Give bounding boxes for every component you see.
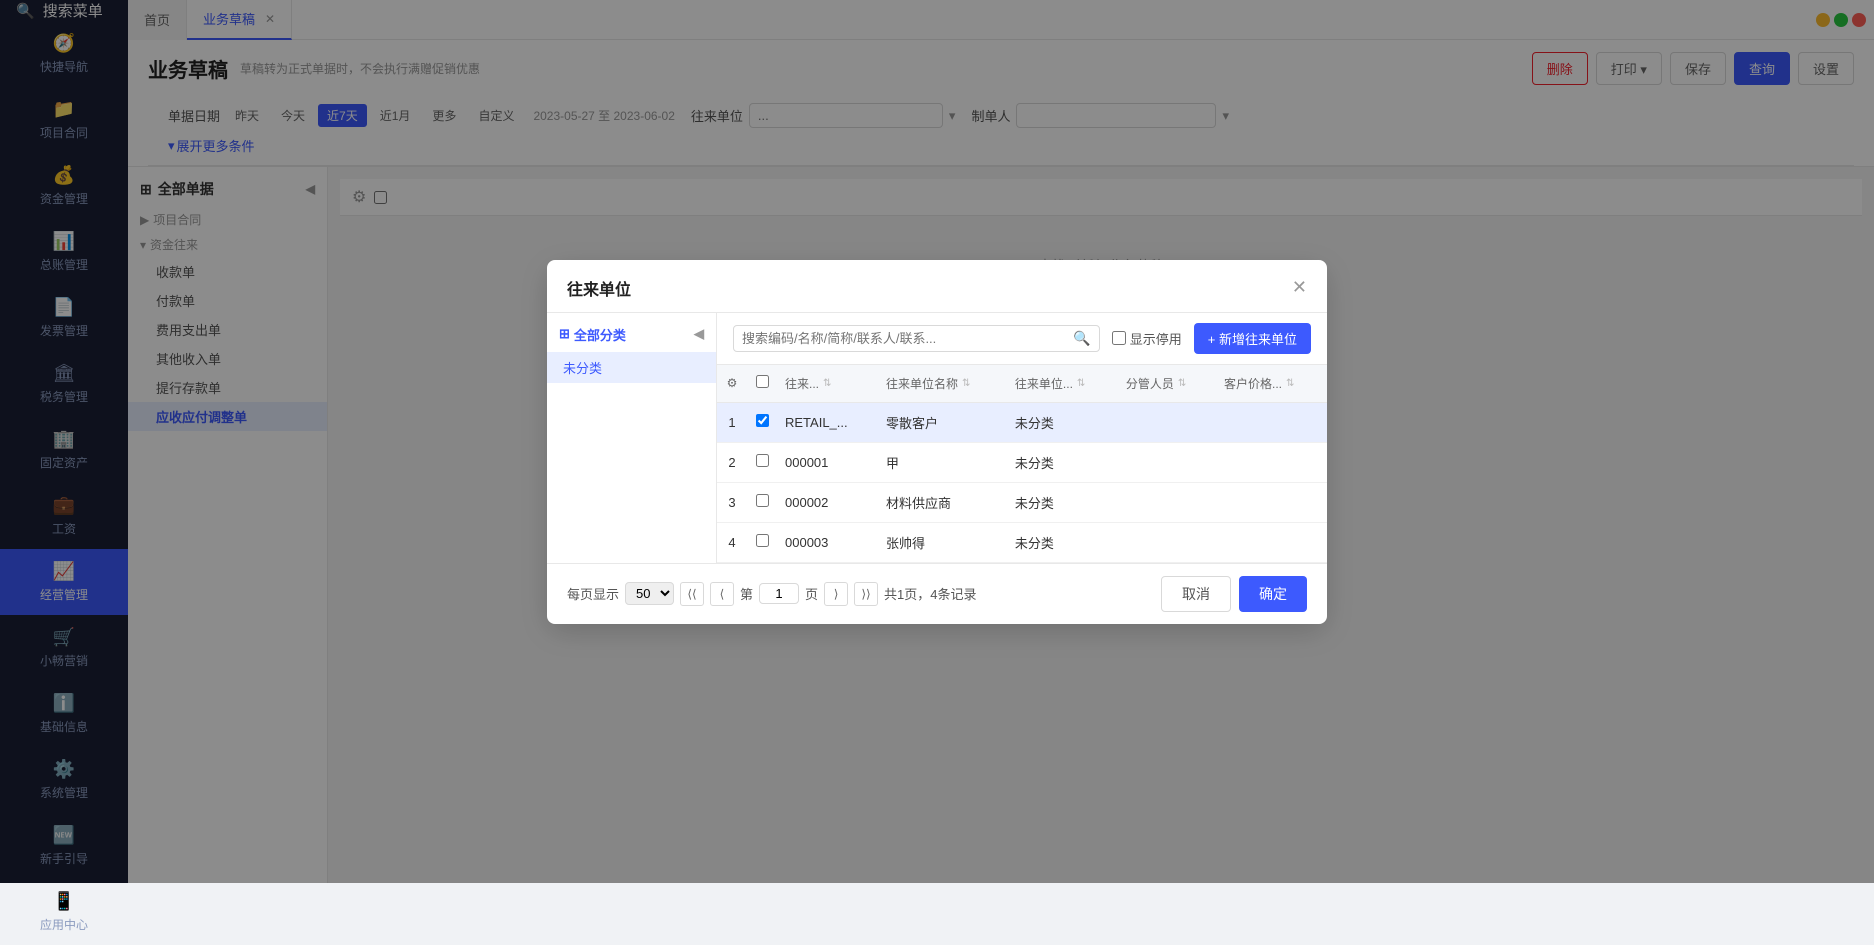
page-number-input[interactable] (759, 583, 799, 604)
row-name-0: 零散客户 (878, 402, 1007, 442)
row-manager-2 (1118, 482, 1216, 522)
row-manager-3 (1118, 522, 1216, 562)
th-code: 往来... ⇅ (777, 365, 878, 403)
th-settings: ⚙ (717, 365, 747, 403)
th-checkbox (747, 365, 777, 403)
cancel-button[interactable]: 取消 (1161, 576, 1231, 612)
partner-dialog: 往来单位 ✕ ⊞ 全部分类 ◀ 未分类 (547, 260, 1327, 624)
phone-icon: 📱 (53, 891, 75, 912)
row-settings-3: 4 (717, 522, 747, 562)
row-checkbox-1[interactable] (747, 442, 777, 482)
row-check-1[interactable] (756, 454, 769, 467)
row-price-3 (1216, 522, 1327, 562)
row-category-2: 未分类 (1007, 482, 1118, 522)
partners-table: ⚙ 往来... ⇅ (717, 365, 1327, 563)
row-code-2: 000002 (777, 482, 878, 522)
search-box: 🔍 (733, 325, 1100, 352)
row-price-2 (1216, 482, 1327, 522)
collapse-categories-button[interactable]: ◀ (694, 326, 704, 342)
row-settings-0: 1 (717, 402, 747, 442)
dialog-action-buttons: 取消 确定 (1161, 576, 1307, 612)
table-row[interactable]: 2 000001 甲 未分类 (717, 442, 1327, 482)
dialog-cat-unclassified[interactable]: 未分类 (547, 352, 716, 383)
th-price-type: 客户价格... ⇅ (1216, 365, 1327, 403)
row-checkbox-3[interactable] (747, 522, 777, 562)
sort-cat-icon: ⇅ (1077, 378, 1085, 389)
show-disabled-checkbox[interactable] (1112, 331, 1126, 345)
prev-page-button[interactable]: ⟨ (710, 582, 734, 606)
page-size-select[interactable]: 50 (625, 582, 674, 605)
confirm-button[interactable]: 确定 (1239, 576, 1307, 612)
table-body: 1 RETAIL_... 零散客户 未分类 2 000001 甲 未分类 3 (717, 402, 1327, 562)
dialog-toolbar: 🔍 显示停用 + 新增往来单位 (717, 313, 1327, 365)
search-input[interactable] (742, 331, 1067, 346)
dialog-close-button[interactable]: ✕ (1292, 277, 1307, 298)
sort-manager-icon: ⇅ (1178, 378, 1186, 389)
first-page-button[interactable]: ⟨⟨ (680, 582, 704, 606)
select-all-table-checkbox[interactable] (756, 375, 769, 388)
row-code-1: 000001 (777, 442, 878, 482)
sort-name-icon: ⇅ (962, 378, 970, 389)
dialog-body: ⊞ 全部分类 ◀ 未分类 🔍 显示停用 (547, 313, 1327, 563)
row-name-1: 甲 (878, 442, 1007, 482)
sort-price-icon: ⇅ (1286, 378, 1294, 389)
row-manager-0 (1118, 402, 1216, 442)
row-price-0 (1216, 402, 1327, 442)
dialog-title: 往来单位 (567, 276, 631, 300)
grid-icon-dialog: ⊞ (559, 326, 570, 342)
dialog-header: 往来单位 ✕ (547, 260, 1327, 313)
sidebar-item-appstore[interactable]: 📱 应用中心 (0, 879, 128, 945)
dialog-right: 🔍 显示停用 + 新增往来单位 ⚙ (717, 313, 1327, 563)
last-page-button[interactable]: ⟩⟩ (854, 582, 878, 606)
row-name-3: 张帅得 (878, 522, 1007, 562)
dialog-footer: 每页显示 50 ⟨⟨ ⟨ 第 页 ⟩ ⟩⟩ 共1页，4条记录 取消 确定 (547, 563, 1327, 624)
next-page-button[interactable]: ⟩ (824, 582, 848, 606)
table-row[interactable]: 4 000003 张帅得 未分类 (717, 522, 1327, 562)
add-partner-button[interactable]: + 新增往来单位 (1194, 323, 1311, 354)
row-category-3: 未分类 (1007, 522, 1118, 562)
show-disabled-toggle: 显示停用 (1112, 329, 1182, 348)
table-header-row: ⚙ 往来... ⇅ (717, 365, 1327, 403)
dialog-categories: ⊞ 全部分类 ◀ 未分类 (547, 313, 717, 563)
pagination: 每页显示 50 ⟨⟨ ⟨ 第 页 ⟩ ⟩⟩ 共1页，4条记录 (567, 582, 1149, 606)
row-checkbox-2[interactable] (747, 482, 777, 522)
row-check-3[interactable] (756, 534, 769, 547)
row-category-1: 未分类 (1007, 442, 1118, 482)
row-price-1 (1216, 442, 1327, 482)
table-row[interactable]: 1 RETAIL_... 零散客户 未分类 (717, 402, 1327, 442)
search-magnifier-icon: 🔍 (1073, 330, 1090, 347)
th-manager: 分管人员 ⇅ (1118, 365, 1216, 403)
dialog-overlay: 往来单位 ✕ ⊞ 全部分类 ◀ 未分类 (0, 0, 1874, 883)
row-checkbox-0[interactable] (747, 402, 777, 442)
row-settings-2: 3 (717, 482, 747, 522)
row-category-0: 未分类 (1007, 402, 1118, 442)
th-name: 往来单位名称 ⇅ (878, 365, 1007, 403)
th-category: 往来单位... ⇅ (1007, 365, 1118, 403)
row-name-2: 材料供应商 (878, 482, 1007, 522)
sort-code-icon: ⇅ (823, 378, 831, 389)
gear-icon-th[interactable]: ⚙ (727, 376, 738, 390)
dialog-table: ⚙ 往来... ⇅ (717, 365, 1327, 563)
row-settings-1: 2 (717, 442, 747, 482)
table-row[interactable]: 3 000002 材料供应商 未分类 (717, 482, 1327, 522)
row-check-0[interactable] (756, 414, 769, 427)
row-code-0: RETAIL_... (777, 402, 878, 442)
row-manager-1 (1118, 442, 1216, 482)
dialog-cat-header: ⊞ 全部分类 ◀ (547, 325, 716, 352)
row-code-3: 000003 (777, 522, 878, 562)
row-check-2[interactable] (756, 494, 769, 507)
